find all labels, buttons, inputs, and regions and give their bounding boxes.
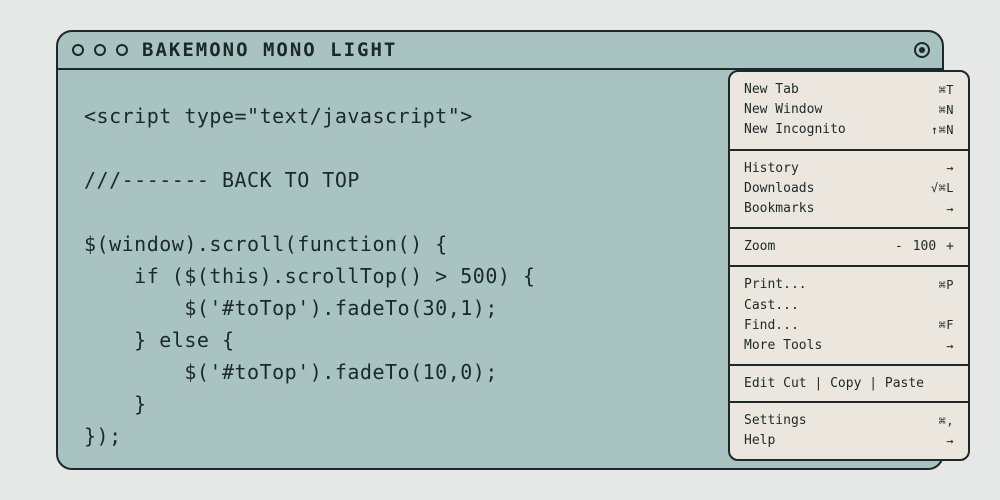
zoom-value: 100 [913, 238, 936, 256]
menu-section-zoom: Zoom - 100 + [730, 227, 968, 265]
minimize-icon[interactable] [94, 44, 106, 56]
menu-label: Find... [744, 317, 799, 335]
arrow-right-icon: → [946, 433, 954, 450]
menu-label: Zoom [744, 238, 775, 256]
arrow-right-icon: → [946, 160, 954, 177]
menu-shortcut: ⌘P [939, 277, 954, 294]
traffic-lights [72, 44, 128, 56]
menu-label: New Incognito [744, 121, 846, 139]
menu-shortcut: ↑⌘N [931, 122, 954, 139]
menu-downloads[interactable]: Downloads √⌘L [744, 179, 954, 199]
arrow-right-icon: → [946, 201, 954, 218]
zoom-in-button[interactable]: + [946, 238, 954, 256]
menu-zoom: Zoom - 100 + [744, 237, 954, 257]
menu-label: Bookmarks [744, 200, 814, 218]
menu-shortcut: ⌘N [939, 102, 954, 119]
menu-label: New Window [744, 101, 822, 119]
menu-label: Settings [744, 412, 807, 430]
menu-more-tools[interactable]: More Tools → [744, 336, 954, 356]
menu-settings[interactable]: Settings ⌘, [744, 411, 954, 431]
menu-bookmarks[interactable]: Bookmarks → [744, 199, 954, 219]
menu-new-tab[interactable]: New Tab ⌘T [744, 80, 954, 100]
menu-edit-row[interactable]: Edit Cut | Copy | Paste [744, 374, 954, 393]
menu-label: New Tab [744, 81, 799, 99]
menu-section-settings: Settings ⌘, Help → [730, 401, 968, 459]
menu-history[interactable]: History → [744, 159, 954, 179]
menu-section-edit: Edit Cut | Copy | Paste [730, 364, 968, 401]
menu-label: Help [744, 432, 775, 450]
menu-find[interactable]: Find... ⌘F [744, 316, 954, 336]
maximize-icon[interactable] [116, 44, 128, 56]
menu-shortcut: ⌘, [939, 413, 954, 430]
titlebar: BAKEMONO MONO LIGHT [58, 32, 942, 70]
window-title: BAKEMONO MONO LIGHT [142, 39, 397, 61]
menu-label: More Tools [744, 337, 822, 355]
menu-new-incognito[interactable]: New Incognito ↑⌘N [744, 120, 954, 140]
target-icon[interactable] [914, 42, 930, 58]
menu-section-tools: Print... ⌘P Cast... Find... ⌘F More Tool… [730, 265, 968, 364]
menu-shortcut: √⌘L [931, 180, 954, 197]
menu-cast[interactable]: Cast... [744, 296, 954, 316]
menu-label: Print... [744, 276, 807, 294]
context-menu: New Tab ⌘T New Window ⌘N New Incognito ↑… [728, 70, 970, 461]
menu-label: History [744, 160, 799, 178]
menu-help[interactable]: Help → [744, 431, 954, 451]
menu-label: Cast... [744, 297, 799, 315]
menu-section-nav: History → Downloads √⌘L Bookmarks → [730, 149, 968, 228]
menu-shortcut: ⌘T [939, 82, 954, 99]
zoom-out-button[interactable]: - [895, 238, 903, 256]
menu-label: Downloads [744, 180, 814, 198]
menu-section-new: New Tab ⌘T New Window ⌘N New Incognito ↑… [730, 72, 968, 149]
menu-shortcut: ⌘F [939, 317, 954, 334]
menu-print[interactable]: Print... ⌘P [744, 275, 954, 295]
menu-new-window[interactable]: New Window ⌘N [744, 100, 954, 120]
arrow-right-icon: → [946, 338, 954, 355]
close-icon[interactable] [72, 44, 84, 56]
